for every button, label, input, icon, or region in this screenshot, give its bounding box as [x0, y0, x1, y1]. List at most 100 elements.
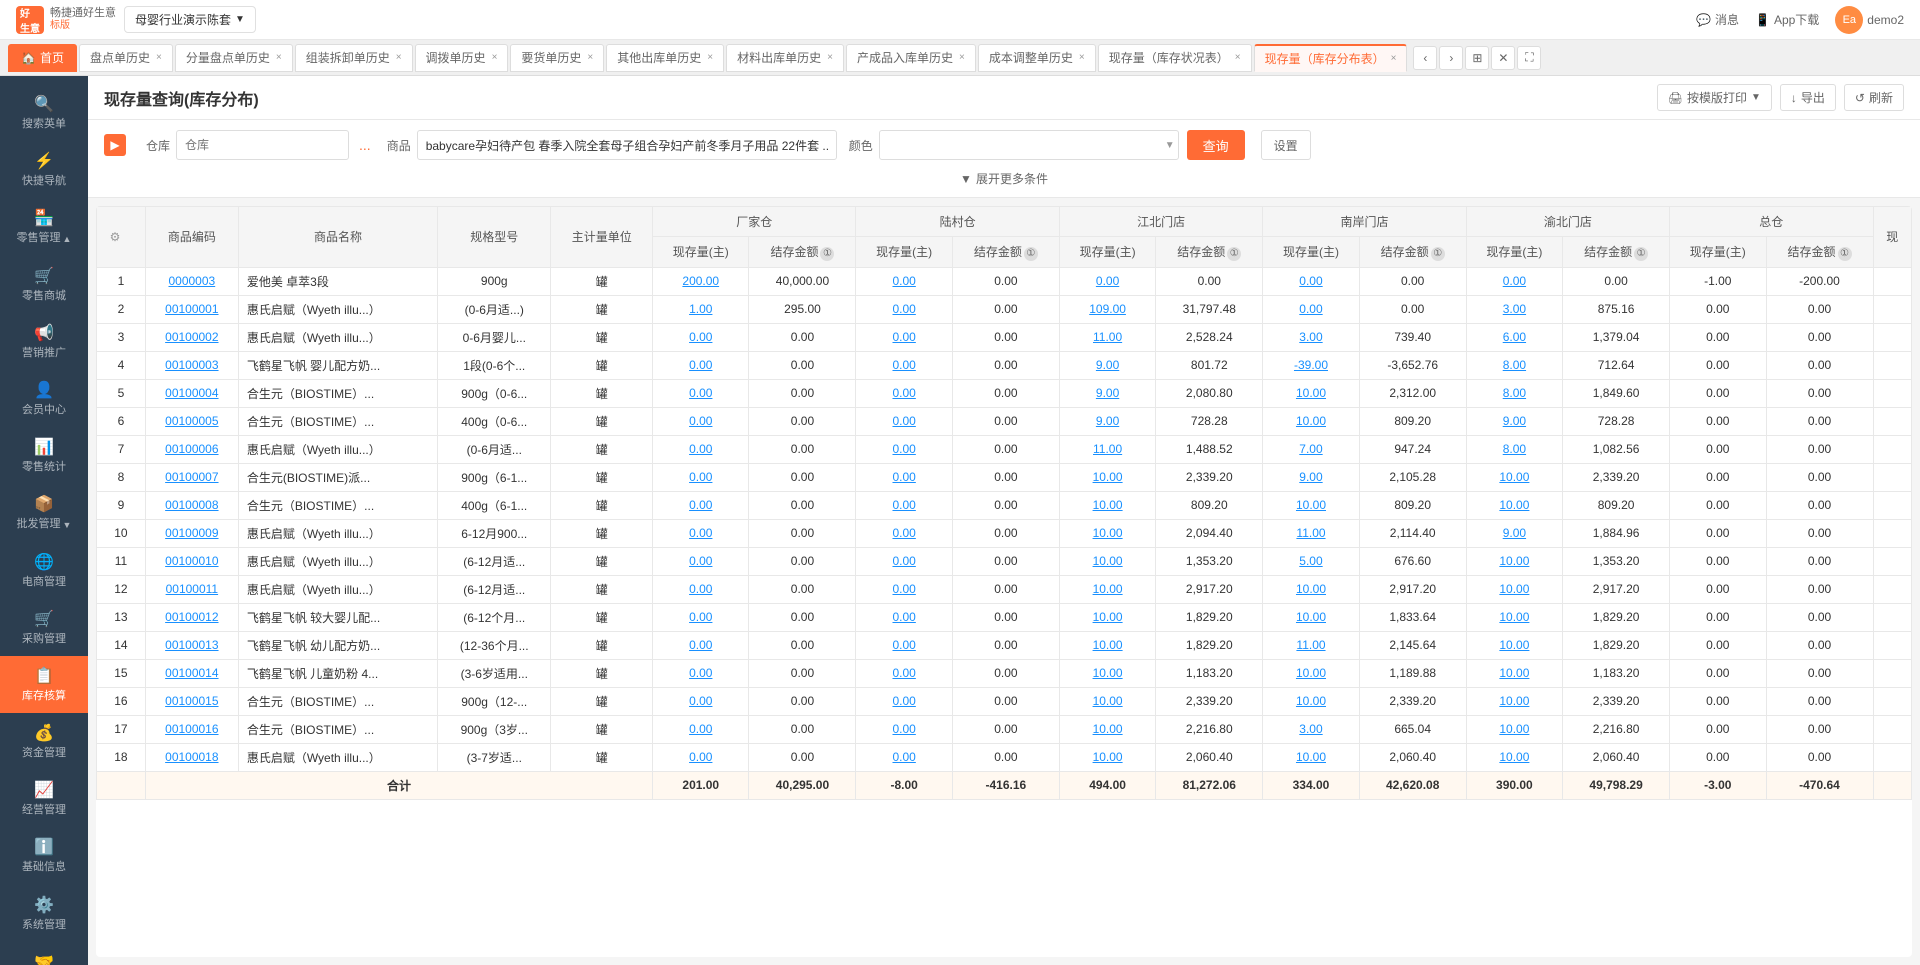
color-input[interactable] [879, 130, 1179, 160]
lvcun-info-icon[interactable]: ① [1024, 247, 1038, 261]
product-input[interactable] [417, 130, 837, 160]
sidebar-item-purchase[interactable]: 🛒 采购管理 [0, 599, 88, 656]
th-settings[interactable]: ⚙ [97, 207, 146, 268]
search-toggle-btn[interactable]: ▶ [104, 134, 126, 156]
tab-material-out[interactable]: 材料出库单历史 × [726, 44, 844, 72]
tab-dist-inventory[interactable]: 分量盘点单历史 × [175, 44, 293, 72]
refresh-icon: ↺ [1855, 91, 1865, 105]
tab-inventory[interactable]: 盘点单历史 × [79, 44, 173, 72]
cell-lvcun-qty: 0.00 [856, 547, 952, 575]
tab-product-in[interactable]: 产成品入库单历史 × [846, 44, 976, 72]
factory-info-icon[interactable]: ① [820, 247, 834, 261]
expand-conditions-btn[interactable]: ▼ 展开更多条件 [960, 170, 1048, 187]
sidebar-item-operations[interactable]: 📈 经营管理 [0, 770, 88, 827]
tab-cost-adjust[interactable]: 成本调整单历史 × [978, 44, 1096, 72]
tab-close-cost[interactable]: × [1079, 52, 1085, 63]
summary-factory-amt: 40,295.00 [749, 771, 856, 799]
tab-close-allot[interactable]: × [492, 52, 498, 63]
app-download-btn[interactable]: 📱 App下载 [1755, 11, 1819, 28]
sidebar-item-retail-shop[interactable]: 🛒 零售商城 [0, 256, 88, 313]
sidebar-item-ecommerce[interactable]: 🌐 电商管理 [0, 542, 88, 599]
cell-factory-qty: 0.00 [653, 687, 749, 715]
corp-collab-icon: 🤝 [34, 952, 54, 965]
refresh-btn[interactable]: ↺ 刷新 [1844, 84, 1904, 111]
tab-other-out[interactable]: 其他出库单历史 × [606, 44, 724, 72]
tab-close-product-in[interactable]: × [959, 52, 965, 63]
sidebar-item-search[interactable]: 🔍 搜索英单 [0, 84, 88, 141]
settings-btn[interactable]: 设置 [1261, 130, 1311, 160]
cell-total-qty: 0.00 [1670, 351, 1766, 379]
tab-purchase[interactable]: 要货单历史 × [510, 44, 604, 72]
yubei-info-icon[interactable]: ① [1634, 247, 1648, 261]
cell-factory-qty: 0.00 [653, 379, 749, 407]
user-profile[interactable]: Ea demo2 [1835, 6, 1904, 34]
cell-yubei-amt: 809.20 [1563, 491, 1670, 519]
chevron-down-icon: ▼ [235, 14, 245, 25]
cell-spec: 1段(0-6个... [438, 351, 551, 379]
th-lvcun: 陆村仓 [856, 207, 1059, 237]
cell-factory-qty: 0.00 [653, 659, 749, 687]
nanan-info-icon[interactable]: ① [1431, 247, 1445, 261]
sidebar-item-sys-mgr[interactable]: ⚙️ 系统管理 [0, 885, 88, 942]
tab-assemble[interactable]: 组装拆卸单历史 × [295, 44, 413, 72]
sidebar-item-inventory[interactable]: 📋 库存核算 [0, 656, 88, 713]
export-btn[interactable]: ↓ 导出 [1780, 84, 1836, 111]
tab-close-purchase[interactable]: × [587, 52, 593, 63]
sidebar-item-corp-collab[interactable]: 🤝 企业协同 [0, 942, 88, 965]
tab-prev-btn[interactable]: ‹ [1413, 46, 1437, 70]
ecommerce-icon: 🌐 [34, 552, 54, 572]
jiangbei-info-icon[interactable]: ① [1227, 247, 1241, 261]
tab-close-dist[interactable]: × [276, 52, 282, 63]
tab-close-other-out[interactable]: × [707, 52, 713, 63]
tab-menu-btn[interactable]: ⊞ [1465, 46, 1489, 70]
th-nanan-qty: 现存量(主) [1263, 237, 1359, 268]
query-btn[interactable]: 查询 [1187, 130, 1245, 160]
cell-total-amt: 0.00 [1766, 351, 1873, 379]
cell-nanan-qty: 10.00 [1263, 659, 1359, 687]
tab-fullscreen-btn[interactable]: ⛶ [1517, 46, 1541, 70]
cell-jiangbei-qty: 10.00 [1059, 603, 1155, 631]
industry-selector[interactable]: 母婴行业演示陈套 ▼ [124, 6, 256, 33]
sidebar-item-basic-info[interactable]: ℹ️ 基础信息 [0, 827, 88, 884]
cell-yubei-amt: 1,829.20 [1563, 631, 1670, 659]
tab-stock-dist[interactable]: 现存量（库存分布表） × [1254, 44, 1408, 72]
cell-total-qty: 0.00 [1670, 519, 1766, 547]
sidebar-item-finance[interactable]: 💰 资金管理 [0, 713, 88, 770]
tab-stock-status[interactable]: 现存量（库存状况表） × [1098, 44, 1252, 72]
tab-home-label: 首页 [40, 49, 64, 66]
basic-info-icon: ℹ️ [34, 837, 54, 857]
warehouse-input[interactable] [176, 130, 349, 160]
sidebar-item-member[interactable]: 👤 会员中心 [0, 370, 88, 427]
sidebar-item-wholesale[interactable]: 📦 批发管理 ▼ [0, 484, 88, 541]
cell-nanan-qty: 10.00 [1263, 603, 1359, 631]
table-row: 10 00100009 惠氏启赋（Wyeth illu...） 6-12月900… [97, 519, 1912, 547]
print-btn[interactable]: 🖨 按模版打印 ▼ [1657, 84, 1772, 111]
total-info-icon[interactable]: ① [1838, 247, 1852, 261]
cell-yubei-amt: 728.28 [1563, 407, 1670, 435]
top-bar: 好生意 畅捷通好生意 标版 母婴行业演示陈套 ▼ 💬 消息 📱 App下载 Ea… [0, 0, 1920, 40]
cell-no: 1 [97, 267, 146, 295]
tab-close-stock-dist[interactable]: × [1391, 53, 1397, 64]
sidebar-item-retail-mgr[interactable]: 🏪 零售管理 ▲ [0, 198, 88, 255]
cell-extra [1873, 351, 1912, 379]
sidebar-item-marketing[interactable]: 📢 营销推广 [0, 313, 88, 370]
sidebar-item-quicknav[interactable]: ⚡ 快捷导航 [0, 141, 88, 198]
settings-gear-icon[interactable]: ⚙ [105, 227, 125, 247]
cell-extra [1873, 603, 1912, 631]
tab-close-assemble[interactable]: × [396, 52, 402, 63]
cell-lvcun-qty: 0.00 [856, 631, 952, 659]
tab-close-material[interactable]: × [827, 52, 833, 63]
cell-factory-amt: 0.00 [749, 547, 856, 575]
tab-close-all-btn[interactable]: ✕ [1491, 46, 1515, 70]
sidebar-item-retail-stats[interactable]: 📊 零售统计 [0, 427, 88, 484]
message-btn[interactable]: 💬 消息 [1696, 11, 1739, 28]
tab-next-btn[interactable]: › [1439, 46, 1463, 70]
tab-close-stock-status[interactable]: × [1235, 52, 1241, 63]
search-group-warehouse: 仓库 ... [146, 130, 375, 160]
tab-allot[interactable]: 调拨单历史 × [415, 44, 509, 72]
cell-yubei-qty: 3.00 [1466, 295, 1562, 323]
warehouse-ellipsis[interactable]: ... [359, 137, 371, 153]
tab-close-inventory[interactable]: × [156, 52, 162, 63]
tab-home[interactable]: 🏠 首页 [8, 44, 77, 72]
cell-name: 爱他美 卓萃3段 [238, 267, 437, 295]
